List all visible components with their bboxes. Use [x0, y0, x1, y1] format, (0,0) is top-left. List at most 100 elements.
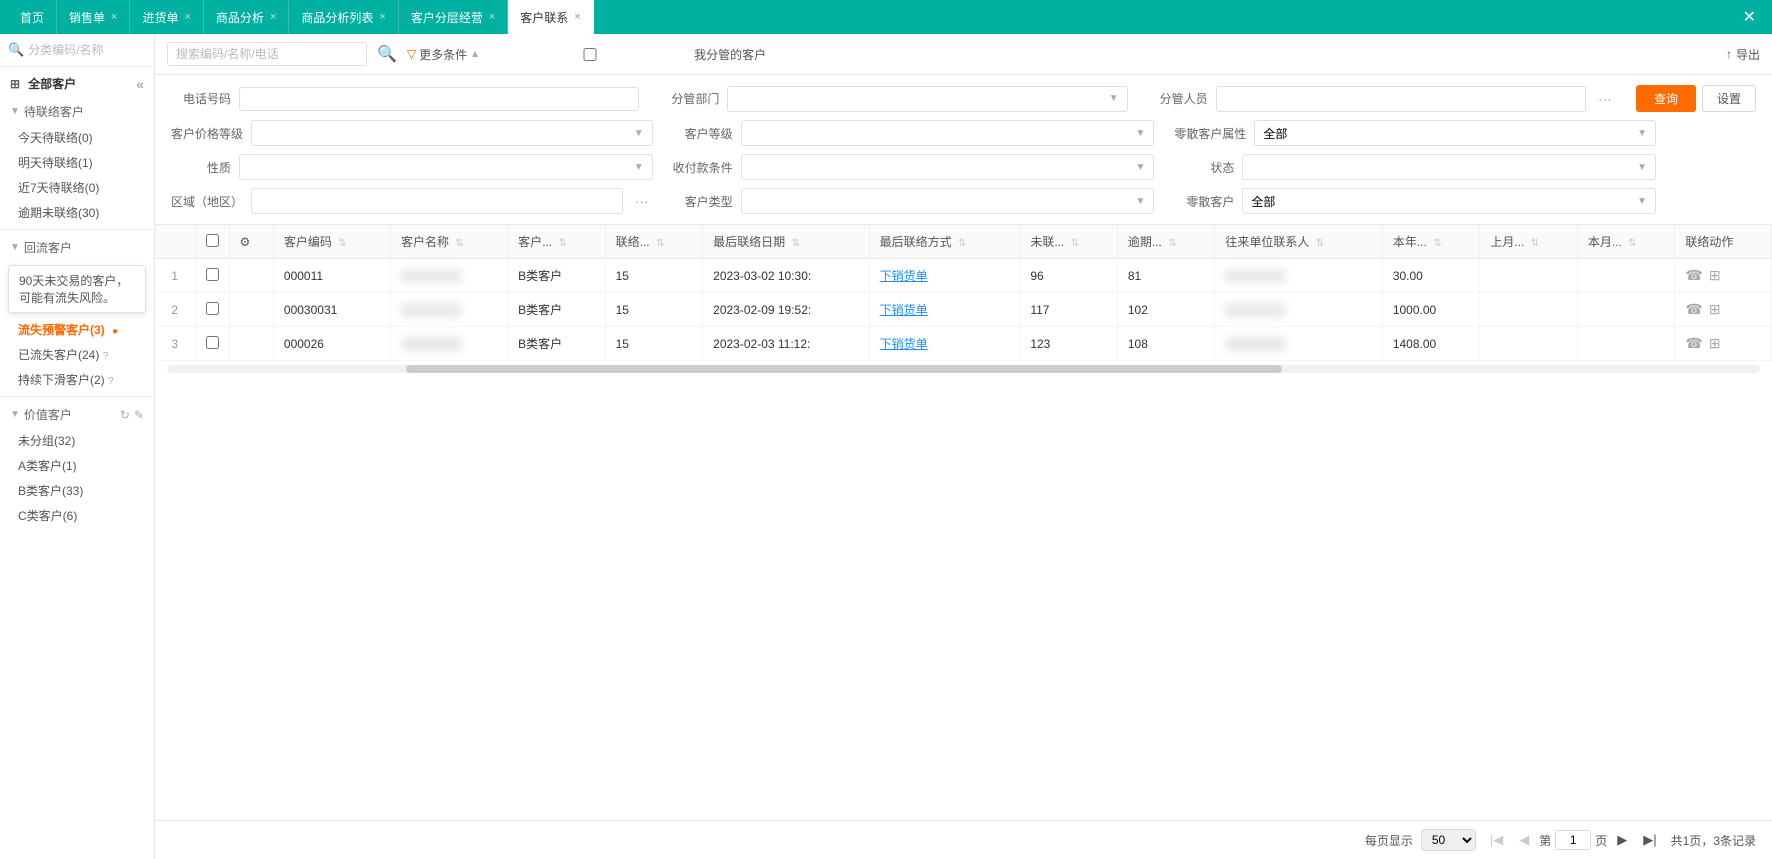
sidebar-item-churn-warning[interactable]: 流失预警客户(3) ● [0, 317, 154, 342]
tab-product-analysis[interactable]: 商品分析 × [204, 0, 289, 34]
col-this-month[interactable]: 本月... ⇅ [1577, 225, 1675, 259]
contact-icon[interactable]: ☎ [1685, 335, 1702, 352]
dept-select[interactable]: ▼ [727, 86, 1127, 112]
sidebar-item-already-churned[interactable]: 已流失客户(24) ? [0, 342, 154, 367]
sidebar-search-input[interactable] [28, 43, 146, 57]
collapse-icon[interactable]: « [136, 76, 144, 92]
more-action-icon[interactable]: ⊞ [1709, 335, 1721, 352]
phone-input[interactable] [239, 87, 639, 111]
sidebar-group-pending[interactable]: ▼ 待联络客户 [0, 98, 154, 125]
tab-sales[interactable]: 销售单 × [57, 0, 130, 34]
col-customer-code[interactable]: 客户编码 ⇅ [273, 225, 390, 259]
my-customers-checkbox[interactable]: 我分管的客户 [490, 46, 766, 63]
col-this-year[interactable]: 本年... ⇅ [1382, 225, 1480, 259]
row-not-contacted: 117 [1020, 293, 1118, 327]
more-action-icon[interactable]: ⊞ [1709, 267, 1721, 284]
sidebar-search-bar: 🔍 [0, 34, 154, 67]
person-select[interactable] [1216, 86, 1586, 112]
chevron-down-icon: ▼ [10, 106, 20, 117]
col-overdue[interactable]: 逾期... ⇅ [1117, 225, 1215, 259]
next-page-button[interactable]: ▶ [1611, 830, 1633, 850]
row-last-contact-date: 2023-02-09 19:52: [703, 293, 870, 327]
close-icon[interactable]: × [379, 11, 385, 23]
col-check[interactable] [195, 225, 229, 259]
col-company-contact[interactable]: 往来单位联系人 ⇅ [1215, 225, 1382, 259]
sidebar-group-value[interactable]: ▼ 价值客户 ↻ ✎ [0, 401, 154, 428]
sidebar-item-tomorrow[interactable]: 明天待联络(1) [0, 150, 154, 175]
prev-page-button[interactable]: ◀ [1513, 830, 1535, 850]
row-checkbox[interactable] [195, 259, 229, 293]
more-action-icon[interactable]: ⊞ [1709, 301, 1721, 318]
row-last-contact-method[interactable]: 下销货单 [869, 259, 1020, 293]
more-conditions-button[interactable]: ▽ 更多条件 ▲ [407, 46, 480, 63]
query-button[interactable]: 查询 [1636, 85, 1696, 112]
my-customers-check[interactable] [490, 48, 690, 61]
close-icon[interactable]: × [184, 11, 190, 23]
sidebar-item-declining[interactable]: 持续下滑客户(2) ? [0, 367, 154, 392]
customer-type-select[interactable]: ▼ [741, 188, 1155, 214]
page-size-select[interactable]: 50 100 [1421, 829, 1476, 851]
col-not-contacted[interactable]: 未联... ⇅ [1020, 225, 1118, 259]
grade-select[interactable]: ▼ [741, 120, 1155, 146]
close-icon[interactable]: × [270, 11, 276, 23]
row-checkbox[interactable] [195, 293, 229, 327]
row-last-contact-method[interactable]: 下销货单 [869, 293, 1020, 327]
scrollbar-thumb[interactable] [406, 365, 1282, 373]
settings-button[interactable]: 设置 [1702, 85, 1756, 112]
nature-select[interactable]: ▼ [239, 154, 653, 180]
export-button[interactable]: ↑ 导出 [1726, 46, 1760, 63]
col-last-contact-date[interactable]: 最后联络日期 ⇅ [703, 225, 870, 259]
contact-icon[interactable]: ☎ [1685, 267, 1702, 284]
contact-icon[interactable]: ☎ [1685, 301, 1702, 318]
sidebar-item-classA[interactable]: A类客户(1) [0, 453, 154, 478]
row-customer-type: B类客户 [508, 327, 606, 361]
sidebar-item-today[interactable]: 今天待联络(0) [0, 125, 154, 150]
col-last-contact-method[interactable]: 最后联络方式 ⇅ [869, 225, 1020, 259]
first-page-button[interactable]: |◀ [1484, 830, 1509, 850]
filter-status: 状态 ▼ [1174, 154, 1656, 180]
close-icon[interactable]: × [111, 11, 117, 23]
zero-customer-select[interactable]: 全部 ▼ [1242, 188, 1656, 214]
tab-customer-segment[interactable]: 客户分层经营 × [399, 0, 508, 34]
tab-product-analysis-list[interactable]: 商品分析列表 × [289, 0, 398, 34]
search-input[interactable] [167, 42, 367, 66]
chevron-down-icon: ▼ [634, 162, 644, 173]
payment-select[interactable]: ▼ [741, 154, 1155, 180]
col-customer-type[interactable]: 客户... ⇅ [508, 225, 606, 259]
global-close-icon[interactable]: ✕ [1735, 7, 1764, 27]
close-icon[interactable]: × [574, 11, 580, 23]
close-icon[interactable]: × [489, 11, 495, 23]
horizontal-scrollbar[interactable] [167, 365, 1760, 373]
col-customer-name[interactable]: 客户名称 ⇅ [391, 225, 508, 259]
sidebar-item-overdue[interactable]: 逾期未联络(30) [0, 200, 154, 225]
col-last-month[interactable]: 上月... ⇅ [1480, 225, 1578, 259]
tab-purchase[interactable]: 进货单 × [130, 0, 203, 34]
price-grade-select[interactable]: ▼ [251, 120, 653, 146]
row-last-contact-method[interactable]: 下销货单 [869, 327, 1020, 361]
col-settings[interactable]: ⚙ [229, 225, 273, 259]
last-page-button[interactable]: ▶| [1637, 830, 1662, 850]
page-number-input[interactable] [1555, 830, 1591, 850]
zero-attr-select[interactable]: 全部 ▼ [1254, 120, 1656, 146]
select-all-checkbox[interactable] [206, 234, 219, 247]
sidebar-item-classC[interactable]: C类客户(6) [0, 503, 154, 528]
refresh-icon[interactable]: ↻ [120, 408, 130, 422]
row-actions-left [229, 259, 273, 293]
tab-home[interactable]: 首页 [8, 0, 57, 34]
sidebar-item-7days[interactable]: 近7天待联络(0) [0, 175, 154, 200]
more-options-icon[interactable]: ··· [1594, 91, 1616, 107]
region-more-icon[interactable]: ··· [631, 193, 653, 209]
col-contact[interactable]: 联络... ⇅ [605, 225, 703, 259]
tab-customer-contact[interactable]: 客户联系 × [508, 0, 593, 34]
all-customers-header[interactable]: ⊞ 全部客户 « [0, 67, 154, 98]
row-checkbox[interactable] [195, 327, 229, 361]
data-table-container: ⚙ 客户编码 ⇅ 客户名称 ⇅ 客户... ⇅ [155, 225, 1772, 820]
status-select[interactable]: ▼ [1242, 154, 1656, 180]
edit-icon[interactable]: ✎ [134, 408, 144, 422]
sidebar-item-ungroup[interactable]: 未分组(32) [0, 428, 154, 453]
filter-nature: 性质 ▼ [171, 154, 653, 180]
search-button[interactable]: 🔍 [377, 44, 397, 64]
region-select[interactable] [251, 188, 623, 214]
sidebar-item-classB[interactable]: B类客户(33) [0, 478, 154, 503]
sidebar-group-returnflow[interactable]: ▼ 回流客户 [0, 234, 154, 261]
